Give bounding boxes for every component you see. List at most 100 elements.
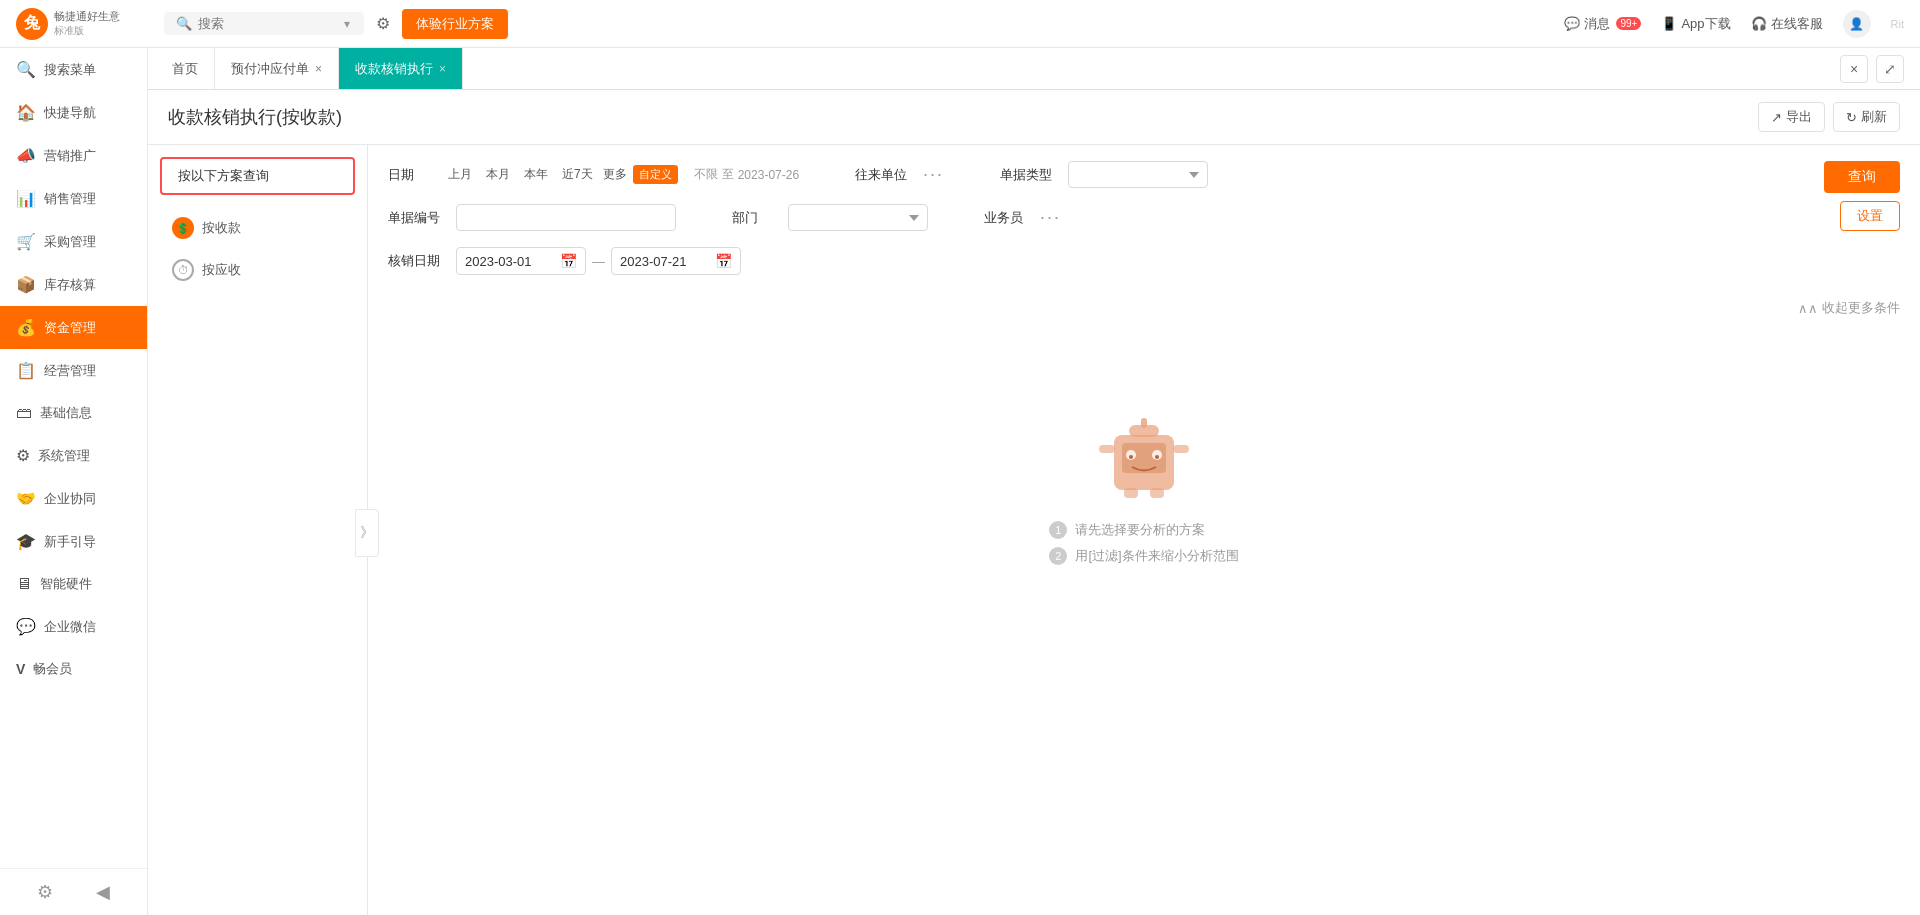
sidebar-item-guide[interactable]: 🎓 新手引导 [0,520,147,563]
verify-date-to[interactable]: 2023-07-21 📅 [611,247,741,275]
sidebar-item-label: 系统管理 [38,447,90,465]
sidebar-item-member[interactable]: V 畅会员 [0,648,147,690]
settings-icon[interactable]: ⚙ [376,14,390,33]
app-icon: 📱 [1661,16,1677,31]
search-menu-icon: 🔍 [16,60,36,79]
hardware-icon: 🖥 [16,575,32,593]
partner-ellipsis[interactable]: ··· [923,164,944,185]
query-buttons: 查询 设置 [1824,161,1900,231]
sidebar-collapse-icon[interactable]: ◀ [96,881,110,903]
app-logo: 兔 畅捷通好生意 标准版 [16,8,164,40]
tab-home[interactable]: 首页 [156,48,215,89]
calendar-to-icon[interactable]: 📅 [715,253,732,269]
date-this-month[interactable]: 本月 [482,164,514,185]
filter-by-receivable[interactable]: ⏱ 按应收 [148,249,367,291]
sidebar-item-label: 新手引导 [44,533,96,551]
sidebar-item-marketing[interactable]: 📣 营销推广 [0,134,147,177]
verify-date-from[interactable]: 2023-03-01 📅 [456,247,586,275]
empty-illustration [1084,405,1204,505]
partner-label: 往来单位 [855,166,907,184]
more-conditions-btn[interactable]: ∧∧ 收起更多条件 [388,291,1900,325]
settings-btn[interactable]: 设置 [1840,201,1900,231]
search-bar[interactable]: 🔍 ▾ [164,12,364,35]
sidebar-item-finance[interactable]: 💰 资金管理 [0,306,147,349]
salesman-ellipsis[interactable]: ··· [1040,207,1061,228]
filter-row-verify-date: 核销日期 2023-03-01 📅 — 2023-07-21 📅 [388,247,1900,275]
user-name: Rit [1891,18,1904,30]
enterprise-icon: 🤝 [16,489,36,508]
search-icon: 🔍 [176,16,192,31]
bill-type-select[interactable] [1068,161,1208,188]
tab-bar-right: × ⤢ [1840,55,1912,83]
system-icon: ⚙ [16,446,30,465]
online-service-btn[interactable]: 🎧 在线客服 [1751,15,1823,33]
tab-prepay-label: 预付冲应付单 [231,60,309,78]
marketing-icon: 📣 [16,146,36,165]
export-btn[interactable]: ↗ 导出 [1758,102,1825,132]
svg-rect-7 [1141,418,1147,428]
sidebar-item-search[interactable]: 🔍 搜索菜单 [0,48,147,91]
sidebar-item-label: 基础信息 [40,404,92,422]
date-more[interactable]: 更多 [603,166,627,183]
sidebar-item-business[interactable]: 📋 经营管理 [0,349,147,392]
calendar-from-icon[interactable]: 📅 [560,253,577,269]
hint-text-1: 请先选择要分析的方案 [1075,521,1205,539]
sidebar-item-inventory[interactable]: 📦 库存核算 [0,263,147,306]
sidebar-item-quick-nav[interactable]: 🏠 快捷导航 [0,91,147,134]
base-info-icon: 🗃 [16,404,32,422]
tab-prepay[interactable]: 预付冲应付单 × [215,48,339,89]
more-conditions-label: 收起更多条件 [1822,299,1900,317]
date-no-limit: 不限 [694,166,718,183]
left-panel-collapse-btn[interactable]: 》 [355,509,379,557]
date-7days[interactable]: 近7天 [558,164,597,185]
hint-num-1: 1 [1049,521,1067,539]
search-input[interactable] [198,16,338,31]
right-panel: 查询 设置 日期 上月 本月 本年 近7天 更多 自定义 不限 至 [368,145,1920,915]
tab-receipt-close[interactable]: × [439,62,446,76]
top-bar-right: 💬 消息 99+ 📱 App下载 🎧 在线客服 👤 Rit [1564,10,1904,38]
sidebar-item-sales[interactable]: 📊 销售管理 [0,177,147,220]
date-last-month[interactable]: 上月 [444,164,476,185]
dept-select[interactable] [788,204,928,231]
app-download-btn[interactable]: 📱 App下载 [1661,15,1730,33]
date-to-text: 至 [722,166,734,183]
tab-close-btn[interactable]: × [1840,55,1868,83]
logo-icon: 兔 [16,8,48,40]
industry-btn[interactable]: 体验行业方案 [402,9,508,39]
tab-prepay-close[interactable]: × [315,62,322,76]
tab-receipt[interactable]: 收款核销执行 × [339,48,463,89]
sidebar-item-label: 经营管理 [44,362,96,380]
sidebar-item-system[interactable]: ⚙ 系统管理 [0,434,147,477]
hint-num-2: 2 [1049,547,1067,565]
purchase-icon: 🛒 [16,232,36,251]
sidebar-item-wechat[interactable]: 💬 企业微信 [0,605,147,648]
sidebar-item-label: 企业协同 [44,490,96,508]
sidebar-item-enterprise[interactable]: 🤝 企业协同 [0,477,147,520]
message-btn[interactable]: 💬 消息 99+ [1564,15,1641,33]
sidebar: 🔍 搜索菜单 🏠 快捷导航 📣 营销推广 📊 销售管理 🛒 采购管理 📦 库存核… [0,48,148,915]
query-btn[interactable]: 查询 [1824,161,1900,193]
filter-by-receipt[interactable]: 💲 按收款 [148,207,367,249]
sidebar-item-label: 销售管理 [44,190,96,208]
avatar[interactable]: 👤 [1843,10,1871,38]
bill-no-input[interactable] [456,204,676,231]
sidebar-settings-icon[interactable]: ⚙ [37,881,53,903]
filter-row-date: 日期 上月 本月 本年 近7天 更多 自定义 不限 至 2023-07-26 [388,161,1900,188]
verify-date-label: 核销日期 [388,252,440,270]
sidebar-item-label: 智能硬件 [40,575,92,593]
sidebar-item-label: 库存核算 [44,276,96,294]
svg-point-4 [1129,455,1133,459]
sidebar-item-base-info[interactable]: 🗃 基础信息 [0,392,147,434]
empty-icon-svg [1094,410,1194,500]
sidebar-item-hardware[interactable]: 🖥 智能硬件 [0,563,147,605]
tab-expand-btn[interactable]: ⤢ [1876,55,1904,83]
date-custom-badge[interactable]: 自定义 [633,165,678,184]
sidebar-item-purchase[interactable]: 🛒 采购管理 [0,220,147,263]
date-this-year[interactable]: 本年 [520,164,552,185]
date-shortcuts: 上月 本月 本年 近7天 更多 自定义 [444,164,678,185]
tab-receipt-label: 收款核销执行 [355,60,433,78]
refresh-btn[interactable]: ↻ 刷新 [1833,102,1900,132]
salesman-label: 业务员 [984,209,1024,227]
main-content: 收款核销执行(按收款) ↗ 导出 ↻ 刷新 按以下方案查询 💲 按收款 ⏱ 按应… [148,90,1920,915]
hint-text-2: 用[过滤]条件来缩小分析范围 [1075,547,1238,565]
